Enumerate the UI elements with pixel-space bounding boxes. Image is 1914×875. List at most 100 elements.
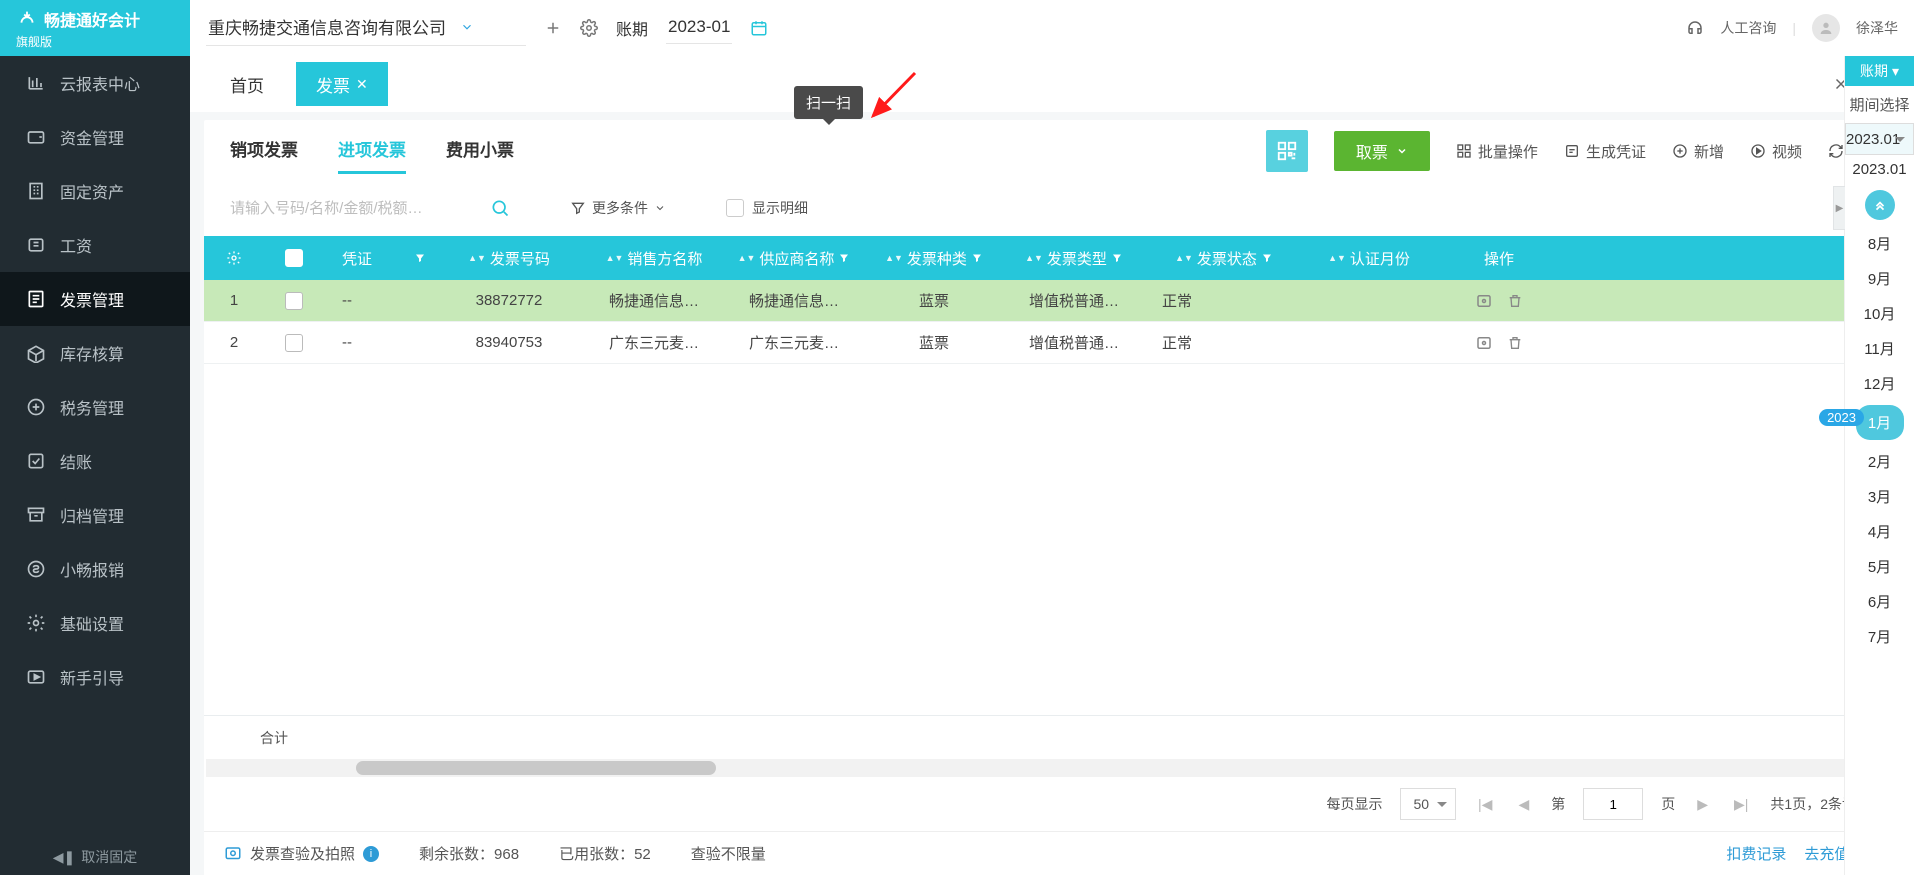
search-input[interactable] — [230, 200, 450, 217]
view-icon[interactable] — [1475, 334, 1493, 352]
period-month[interactable]: 3月 — [1845, 479, 1914, 514]
period-year-start[interactable]: 2023.01 — [1845, 123, 1914, 155]
page-input[interactable] — [1583, 788, 1643, 820]
period-panel-head[interactable]: 账期 ▾ — [1845, 56, 1914, 86]
sidebar-item-label: 结账 — [60, 449, 92, 473]
prev-page-button[interactable]: ◀ — [1514, 796, 1533, 813]
delete-icon[interactable] — [1507, 335, 1523, 351]
invoice-icon — [26, 289, 46, 309]
row-checkbox[interactable] — [285, 292, 303, 310]
page-size-select[interactable]: 50 — [1400, 788, 1456, 820]
period-year-end[interactable]: 2023.01 — [1845, 155, 1914, 184]
period-month[interactable]: 2月 — [1845, 444, 1914, 479]
subtab[interactable]: 进项发票 — [338, 126, 406, 174]
sidebar-item-reimburse[interactable]: 小畅报销 — [0, 542, 190, 596]
batch-ops-button[interactable]: 批量操作 — [1456, 141, 1538, 162]
view-icon[interactable] — [1475, 292, 1493, 310]
sort-icon[interactable]: ▲▼ — [1328, 255, 1346, 261]
page-tab[interactable]: 首页 — [210, 62, 284, 106]
chart-icon — [26, 73, 46, 93]
sidebar-item-tax[interactable]: 税务管理 — [0, 380, 190, 434]
fee-log-link[interactable]: 扣费记录 — [1726, 843, 1786, 864]
fetch-invoice-button[interactable]: 取票 — [1334, 131, 1430, 171]
period-month[interactable]: 9月 — [1845, 261, 1914, 296]
sidebar-item-close-period[interactable]: 结账 — [0, 434, 190, 488]
period-month[interactable]: 12月 — [1845, 366, 1914, 401]
gear-icon[interactable] — [226, 250, 242, 266]
show-detail-checkbox[interactable]: 显示明细 — [726, 198, 808, 218]
filter-icon[interactable] — [838, 252, 850, 264]
row-checkbox[interactable] — [285, 334, 303, 352]
period-month[interactable]: 4月 — [1845, 514, 1914, 549]
recharge-link[interactable]: 去充值 — [1804, 843, 1849, 864]
subtab[interactable]: 销项发票 — [230, 126, 298, 174]
period-collapse-handle[interactable]: ▶ — [1833, 186, 1845, 230]
subtab[interactable]: 费用小票 — [446, 126, 514, 174]
sidebar-item-wallet[interactable]: 资金管理 — [0, 110, 190, 164]
period-month[interactable]: 11月 — [1845, 331, 1914, 366]
info-icon[interactable]: i — [363, 846, 379, 862]
table-row[interactable]: 1--38872772畅捷通信息…畅捷通信息…蓝票增值税普通…正常 — [204, 280, 1900, 322]
sidebar-item-stock[interactable]: 库存核算 — [0, 326, 190, 380]
sidebar-item-chart[interactable]: 云报表中心 — [0, 56, 190, 110]
sort-icon[interactable]: ▲▼ — [738, 255, 756, 261]
scan-qr-button[interactable] — [1266, 130, 1308, 172]
calendar-icon[interactable] — [750, 19, 768, 37]
sidebar-item-invoice[interactable]: 发票管理 — [0, 272, 190, 326]
horizontal-scrollbar[interactable] — [206, 759, 1898, 777]
scrollbar-thumb[interactable] — [356, 761, 716, 775]
sidebar-item-payroll[interactable]: 工资 — [0, 218, 190, 272]
user-name[interactable]: 徐泽华 — [1856, 18, 1898, 38]
tab-close-icon[interactable]: ✕ — [356, 76, 368, 93]
invoice-subtabs: 销项发票进项发票费用小票 取票 批量操作 生成凭证 — [204, 120, 1900, 180]
select-all-checkbox[interactable] — [285, 249, 303, 267]
company-selector[interactable]: 重庆畅捷交通信息咨询有限公司 — [206, 10, 526, 46]
sort-icon[interactable]: ▲▼ — [1025, 255, 1043, 261]
pagination: 每页显示 50 |◀ ◀ 第 页 ▶ ▶| 共1页，2条记录 — [204, 777, 1900, 831]
sort-icon[interactable]: ▲▼ — [606, 255, 624, 261]
first-page-button[interactable]: |◀ — [1474, 796, 1496, 813]
year-badge: 2023 — [1819, 409, 1864, 426]
table-row[interactable]: 2--83940753广东三元麦…广东三元麦…蓝票增值税普通…正常 — [204, 322, 1900, 364]
filter-icon[interactable] — [1111, 252, 1123, 264]
page-tab[interactable]: 发票✕ — [296, 62, 388, 106]
avatar[interactable] — [1812, 14, 1840, 42]
period-month[interactable]: 5月 — [1845, 549, 1914, 584]
video-button[interactable]: 视频 — [1750, 141, 1802, 162]
filter-icon[interactable] — [1261, 252, 1273, 264]
period-value[interactable]: 2023-01 — [666, 13, 732, 44]
brand-block: 畅捷通好会计 旗舰版 — [0, 0, 190, 56]
filter-icon[interactable] — [971, 252, 983, 264]
more-conditions-button[interactable]: 更多条件 — [570, 198, 666, 218]
chevron-down-icon — [654, 202, 666, 214]
filter-icon[interactable] — [414, 252, 426, 264]
sidebar-item-settings[interactable]: 基础设置 — [0, 596, 190, 650]
sidebar-item-guide[interactable]: 新手引导 — [0, 650, 190, 704]
sidebar-item-building[interactable]: 固定资产 — [0, 164, 190, 218]
brand-edition: 旗舰版 — [16, 33, 190, 50]
company-settings-button[interactable] — [580, 19, 598, 37]
sum-row: 合计 — [204, 715, 1900, 759]
period-month[interactable]: 1月 — [1856, 405, 1904, 440]
tax-icon — [26, 397, 46, 417]
gen-voucher-button[interactable]: 生成凭证 — [1564, 141, 1646, 162]
period-month[interactable]: 8月 — [1845, 226, 1914, 261]
scroll-up-button[interactable] — [1865, 190, 1895, 220]
sidebar-item-archive[interactable]: 归档管理 — [0, 488, 190, 542]
sidebar-unpin[interactable]: ◀❚ 取消固定 — [0, 847, 190, 867]
period-month[interactable]: 7月 — [1845, 619, 1914, 654]
sort-icon[interactable]: ▲▼ — [885, 255, 903, 261]
add-button[interactable]: 新增 — [1672, 141, 1724, 162]
period-month[interactable]: 10月 — [1845, 296, 1914, 331]
sort-icon[interactable]: ▲▼ — [1175, 255, 1193, 261]
sort-icon[interactable]: ▲▼ — [468, 255, 486, 261]
add-company-button[interactable] — [544, 19, 562, 37]
sidebar-item-label: 小畅报销 — [60, 557, 124, 581]
support-link[interactable]: 人工咨询 — [1720, 18, 1776, 38]
delete-icon[interactable] — [1507, 293, 1523, 309]
next-page-button[interactable]: ▶ — [1693, 796, 1712, 813]
last-page-button[interactable]: ▶| — [1730, 796, 1752, 813]
filter-row: 更多条件 显示明细 — [204, 180, 1900, 236]
search-icon[interactable] — [490, 198, 510, 218]
period-month[interactable]: 6月 — [1845, 584, 1914, 619]
